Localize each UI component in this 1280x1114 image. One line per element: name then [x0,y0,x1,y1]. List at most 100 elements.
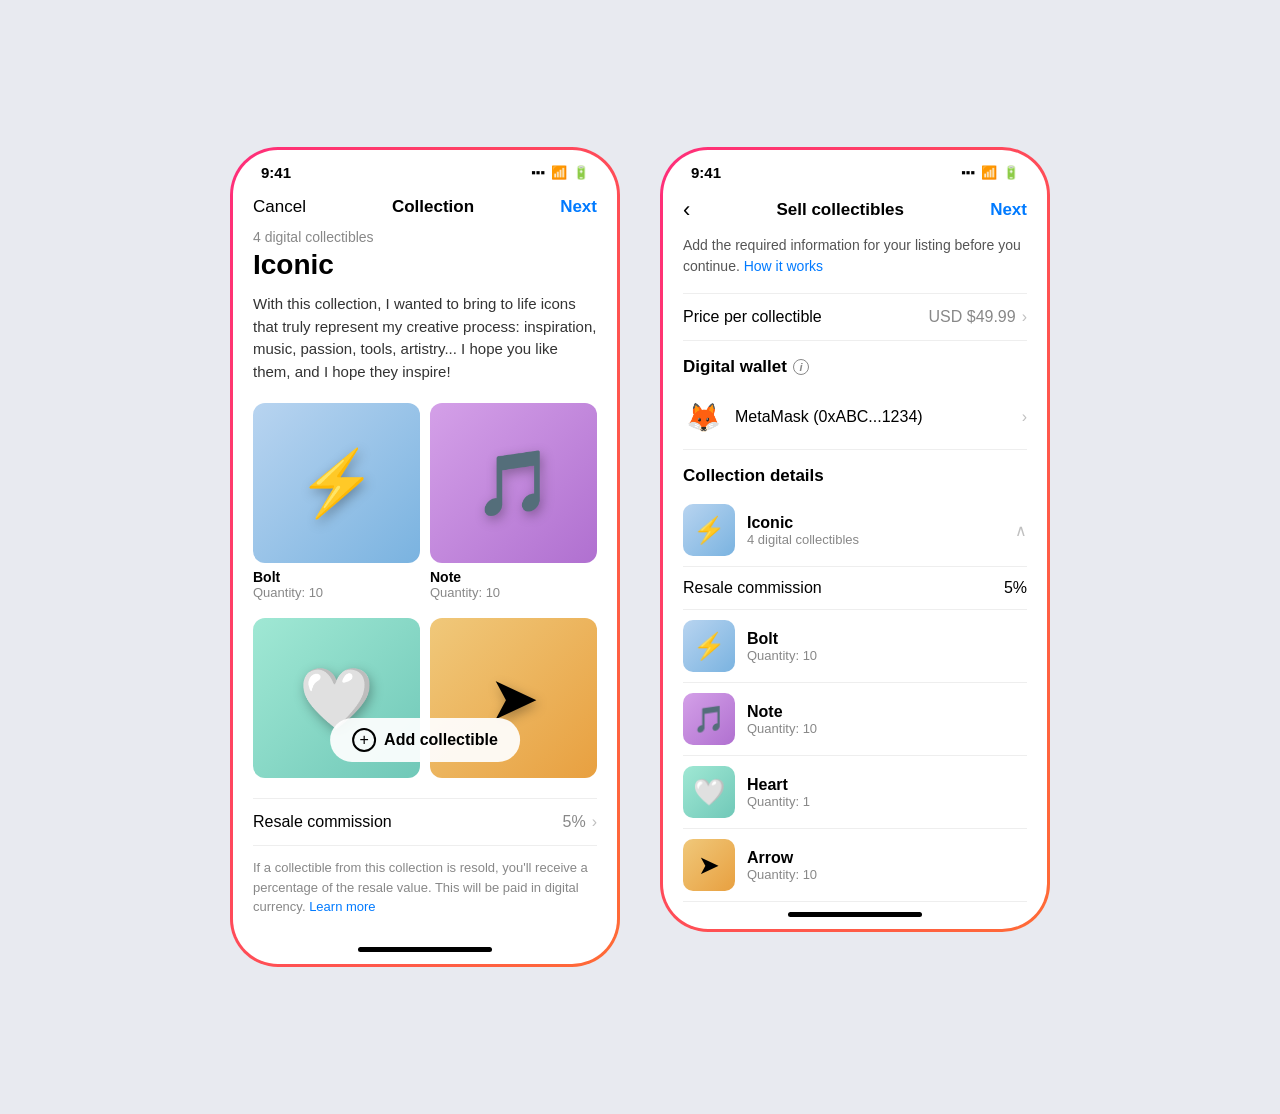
collection-thumbnail: ⚡ [683,504,735,556]
resale-commission-details-row: Resale commission 5% [683,567,1027,610]
arrow-info: Arrow Quantity: 10 [747,849,817,882]
heart-thumb-sm: 🤍 [683,766,735,818]
list-item: ➤ Arrow Quantity: 10 [683,829,1027,902]
arrow-sm-icon: ➤ [698,850,720,881]
learn-more-link[interactable]: Learn more [309,899,375,914]
bolt-thumbnail: ⚡ [253,403,420,563]
add-circle-icon: + [352,728,376,752]
price-row[interactable]: Price per collectible USD $49.99 › [683,293,1027,341]
metamask-icon: 🦊 [683,397,723,437]
status-icons-right: ▪▪▪ 📶 🔋 [961,165,1019,180]
add-collectible-button[interactable]: + Add collectible [330,718,520,762]
battery-icon-right: 🔋 [1003,165,1019,180]
right-content: Add the required information for your li… [663,235,1047,902]
nav-bar-left: Cancel Collection Next [233,189,617,229]
price-label: Price per collectible [683,308,822,326]
chevron-up-icon: ∧ [1015,521,1027,540]
note-thumb-sm: 🎵 [683,693,735,745]
note-info: Note Quantity: 10 [747,703,817,736]
collection-description: With this collection, I wanted to bring … [253,293,597,383]
left-phone: 9:41 ▪▪▪ 📶 🔋 Cancel Collection Next 4 di… [230,147,620,967]
arrow-thumb-sm: ➤ [683,839,735,891]
battery-icon: 🔋 [573,165,589,180]
status-bar-left: 9:41 ▪▪▪ 📶 🔋 [233,150,617,189]
arrow-name-right: Arrow [747,849,817,867]
collection-subtitle: 4 digital collectibles [253,229,597,245]
list-item: 🎵 Note Quantity: 10 [430,403,597,608]
chevron-right-wallet-icon: › [1022,408,1027,426]
resale-commission-row[interactable]: Resale commission 5% › [253,798,597,846]
resale-percent: 5% [563,813,586,831]
arrow-qty-right: Quantity: 10 [747,867,817,882]
chevron-right-price-icon: › [1022,308,1027,326]
list-item: ⚡ Bolt Quantity: 10 [253,403,420,608]
back-button[interactable]: ‹ [683,197,690,223]
note-name: Note [430,569,597,585]
collection-name: Iconic [747,514,859,532]
nav-title-left: Collection [392,197,474,217]
nav-bar-right: ‹ Sell collectibles Next [663,189,1047,235]
signal-icon-right: ▪▪▪ [961,165,975,180]
list-item: ⚡ Bolt Quantity: 10 [683,610,1027,683]
status-icons-left: ▪▪▪ 📶 🔋 [531,165,589,180]
note-sm-icon: 🎵 [693,704,725,735]
wallet-info: 🦊 MetaMask (0xABC...1234) [683,397,923,437]
heart-info: Heart Quantity: 1 [747,776,810,809]
collection-digital-count: 4 digital collectibles [747,532,859,547]
right-phone: 9:41 ▪▪▪ 📶 🔋 ‹ Sell collectibles Next Ad… [660,147,1050,932]
resale-description: If a collectible from this collection is… [253,846,597,937]
left-content: 4 digital collectibles Iconic With this … [233,229,617,937]
heart-qty-right: Quantity: 1 [747,794,810,809]
collection-info: Iconic 4 digital collectibles [747,514,859,547]
note-qty-right: Quantity: 10 [747,721,817,736]
next-button-right[interactable]: Next [990,200,1027,220]
bolt-card: ⚡ [253,403,420,563]
nav-title-right: Sell collectibles [776,200,904,220]
collection-details-section: Collection details ⚡ Iconic 4 digital co… [683,466,1027,902]
collection-header-left: ⚡ Iconic 4 digital collectibles [683,504,859,556]
collection-details-title: Collection details [683,466,1027,486]
note-name-right: Note [747,703,817,721]
digital-wallet-section-title: Digital wallet i [683,357,1027,377]
home-indicator-left [358,947,492,952]
note-qty: Quantity: 10 [430,585,597,600]
list-item: 🎵 Note Quantity: 10 [683,683,1027,756]
wallet-name: MetaMask (0xABC...1234) [735,408,923,426]
bolt-name: Bolt [253,569,420,585]
wifi-icon-right: 📶 [981,165,997,180]
bolt-thumb-sm: ⚡ [683,620,735,672]
status-bar-right: 9:41 ▪▪▪ 📶 🔋 [663,150,1047,189]
info-icon[interactable]: i [793,359,809,375]
wallet-row[interactable]: 🦊 MetaMask (0xABC...1234) › [683,385,1027,450]
next-button-left[interactable]: Next [560,197,597,217]
note-icon: 🎵 [474,446,554,521]
bolt-qty: Quantity: 10 [253,585,420,600]
note-thumbnail: 🎵 [430,403,597,563]
heart-sm-icon: 🤍 [693,777,725,808]
resale-commission-value: 5% [1004,579,1027,597]
listing-description: Add the required information for your li… [683,235,1027,277]
chevron-right-icon: › [592,813,597,831]
time-left: 9:41 [261,164,291,181]
cancel-button[interactable]: Cancel [253,197,306,217]
time-right: 9:41 [691,164,721,181]
resale-value-group: 5% › [563,813,597,831]
bolt-info: Bolt Quantity: 10 [747,630,817,663]
how-it-works-link[interactable]: How it works [744,258,823,274]
resale-label: Resale commission [253,813,392,831]
list-item: 🤍 Heart Quantity: 1 [683,756,1027,829]
signal-icon: ▪▪▪ [531,165,545,180]
note-card: 🎵 [430,403,597,563]
collection-bolt-icon: ⚡ [693,515,725,546]
resale-commission-label: Resale commission [683,579,822,597]
collection-header-row[interactable]: ⚡ Iconic 4 digital collectibles ∧ [683,494,1027,567]
heart-name-right: Heart [747,776,810,794]
add-collectible-label: Add collectible [384,731,498,749]
collectibles-grid: ⚡ Bolt Quantity: 10 🎵 Note Quantity: 10 [253,403,597,778]
bolt-name-right: Bolt [747,630,817,648]
home-indicator-right [788,912,922,917]
collection-title: Iconic [253,249,597,281]
bolt-icon: ⚡ [297,446,377,521]
price-amount: USD $49.99 [929,308,1016,326]
wifi-icon: 📶 [551,165,567,180]
